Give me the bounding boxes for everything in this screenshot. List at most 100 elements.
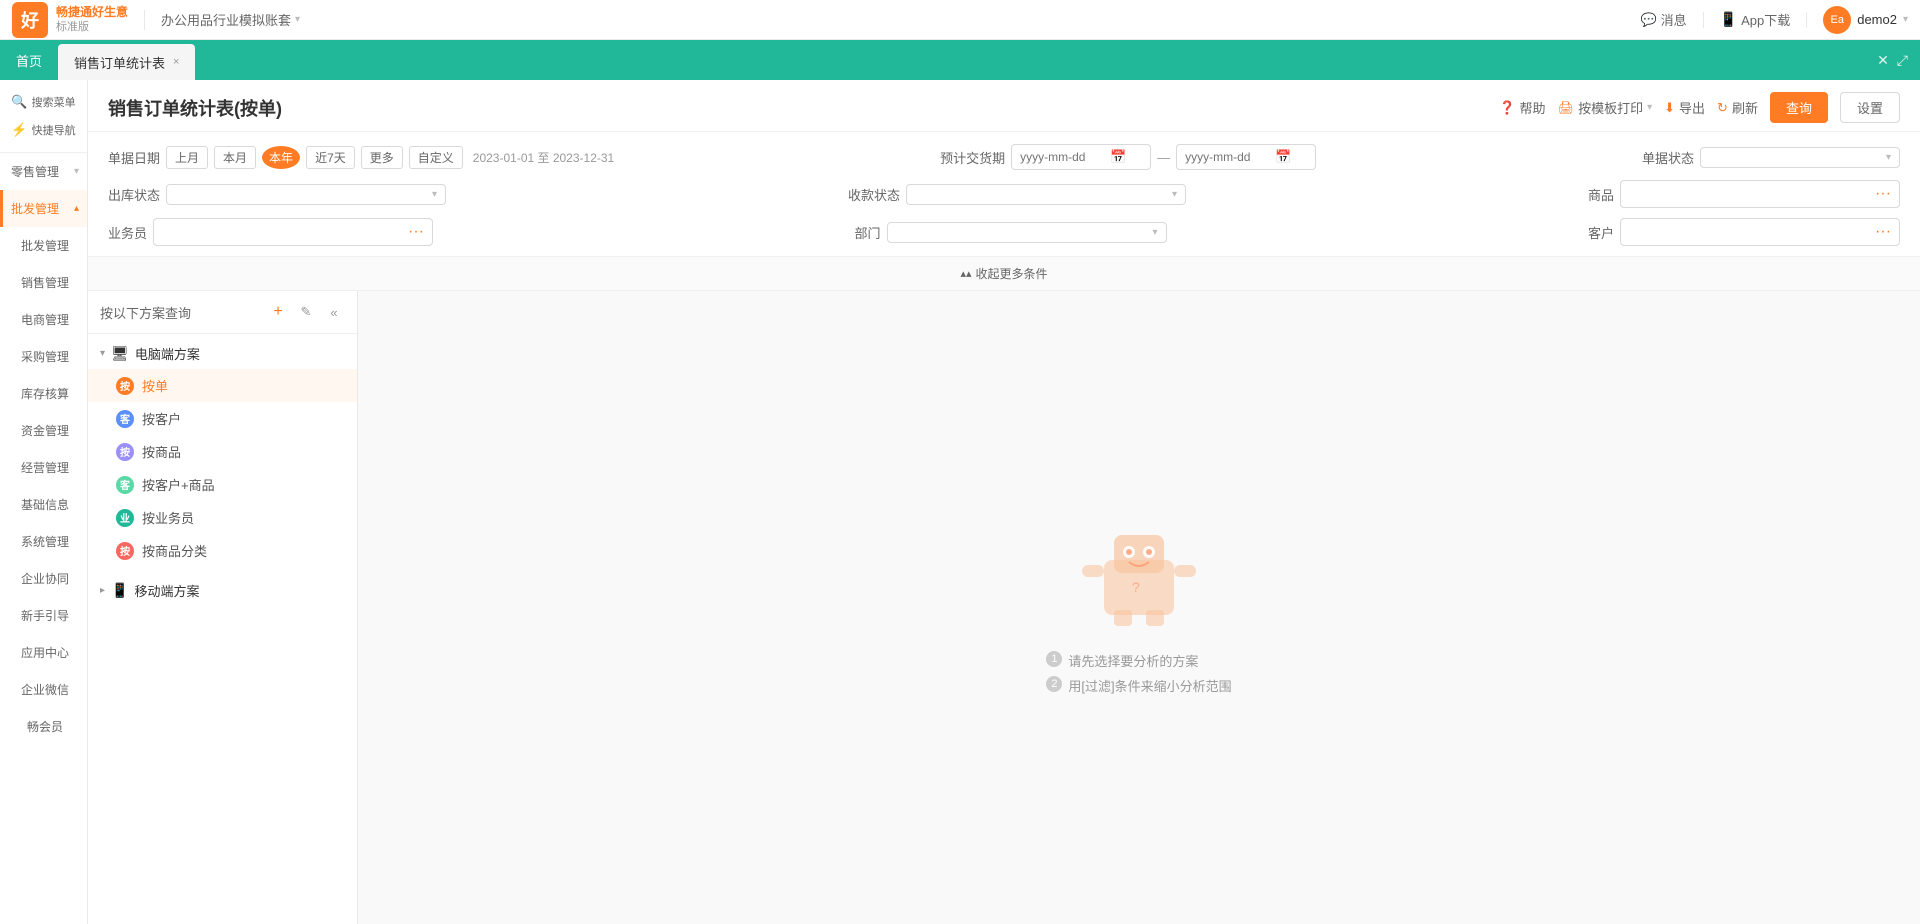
print-button[interactable]: 🖨 按模板打印 ▾: [1558, 98, 1653, 117]
tree-item-by-customer-goods[interactable]: 客 按客户+商品: [88, 468, 357, 501]
app-selector[interactable]: 办公用品行业模拟账套 ▾: [161, 10, 300, 29]
expected-date-end[interactable]: 📅: [1176, 144, 1316, 170]
ship-status-select-wrap[interactable]: ▾: [166, 184, 446, 205]
refresh-label: 刷新: [1732, 98, 1758, 117]
salesman-select-wrap[interactable]: ···: [153, 218, 433, 246]
sidebar-item-appstore[interactable]: 应用中心: [0, 634, 87, 671]
by-goods-label: 按商品: [142, 442, 181, 461]
tab-home[interactable]: 首页: [0, 40, 58, 80]
mobile-group-arrow-icon: ▸: [100, 585, 105, 596]
pc-group-label[interactable]: ▾ 🖥 电脑端方案: [88, 338, 357, 369]
by-goods-icon: 按: [116, 443, 134, 461]
date-range-text: 2023-01-01 至 2023-12-31: [473, 149, 614, 166]
plan-edit-icon[interactable]: ✎: [295, 301, 317, 323]
refresh-button[interactable]: ↻ 刷新: [1717, 98, 1758, 117]
tree-item-by-order[interactable]: 按 按单: [88, 369, 357, 402]
customer-dots-icon: ···: [1875, 223, 1891, 241]
tree-item-by-goods[interactable]: 按 按商品: [88, 435, 357, 468]
payment-status-label: 收款状态: [848, 185, 900, 204]
tab-close-icon[interactable]: ×: [173, 56, 179, 68]
sidebar-item-operation[interactable]: 经营管理: [0, 449, 87, 486]
sidebar-item-marketing[interactable]: 批发管理: [0, 227, 87, 264]
query-button[interactable]: 查询: [1770, 92, 1828, 123]
expected-date-start[interactable]: 📅: [1011, 144, 1151, 170]
salesman-label: 业务员: [108, 223, 147, 242]
mobile-group-icon: 📱: [111, 582, 128, 599]
sidebar-quick-item[interactable]: ⚡ 快捷导航: [0, 116, 87, 144]
customer-label: 客户: [1588, 223, 1614, 242]
sidebar-item-retail-arrow: ▾: [74, 166, 79, 177]
this-year-btn[interactable]: 本年: [262, 146, 300, 169]
app-chevron-icon: ▾: [295, 14, 300, 25]
tip-2-text: 用[过滤]条件来缩小分析范围: [1068, 676, 1231, 695]
this-month-btn[interactable]: 本月: [214, 146, 256, 169]
by-customer-icon: 客: [116, 410, 134, 428]
more-date-btn[interactable]: 更多: [361, 146, 403, 169]
custom-date-btn[interactable]: 自定义: [409, 146, 463, 169]
setting-button[interactable]: 设置: [1840, 92, 1900, 123]
tip-1: 1 请先选择要分析的方案: [1046, 651, 1231, 670]
sidebar-item-wechat[interactable]: 企业微信: [0, 671, 87, 708]
plan-collapse-icon[interactable]: «: [323, 301, 345, 323]
sidebar-item-system[interactable]: 系统管理: [0, 523, 87, 560]
last7-btn[interactable]: 近7天: [306, 146, 355, 169]
customer-select-wrap[interactable]: ···: [1620, 218, 1900, 246]
pc-group-text: 电脑端方案: [135, 344, 200, 363]
right-panel: ? 1 请先选择要分析的方案 2 用[过滤]条件来缩小分析范围: [358, 291, 1920, 924]
tree-item-by-category[interactable]: 按 按商品分类: [88, 534, 357, 567]
logo-icon: 好: [21, 7, 39, 33]
user-profile[interactable]: Ea demo2 ▾: [1823, 6, 1908, 34]
filter-date-section: 单据日期 上月 本月 本年 近7天 更多 自定义 2023-01-01 至 20…: [108, 146, 614, 169]
expected-date-end-input[interactable]: [1185, 150, 1275, 164]
dept-select-wrap[interactable]: ▾: [887, 222, 1167, 243]
sidebar-item-ecommerce-label: 电商管理: [21, 311, 69, 328]
calendar-end-icon: 📅: [1275, 149, 1291, 165]
sidebar-search-item[interactable]: 🔍 搜索菜单: [0, 88, 87, 116]
mobile-group-label[interactable]: ▸ 📱 移动端方案: [88, 575, 357, 606]
sidebar-item-ecommerce[interactable]: 电商管理: [0, 301, 87, 338]
customer-section: 客户 ···: [1588, 218, 1900, 246]
message-action[interactable]: 💬 消息: [1640, 10, 1686, 29]
tree-item-by-customer[interactable]: 客 按客户: [88, 402, 357, 435]
sidebar-item-retail[interactable]: 零售管理 ▾: [0, 153, 87, 190]
sidebar-item-guide[interactable]: 新手引导: [0, 597, 87, 634]
plan-add-icon[interactable]: +: [267, 301, 289, 323]
filter-row-2: 出库状态 ▾ 收款状态 ▾: [108, 180, 1900, 208]
app-download-action[interactable]: 📱 App下载: [1720, 10, 1791, 29]
dept-section: 部门 ▾: [855, 222, 1167, 243]
sidebar-item-member[interactable]: 畅会员: [0, 708, 87, 745]
export-button[interactable]: ⬇ 导出: [1664, 98, 1705, 117]
sidebar-item-basic[interactable]: 基础信息: [0, 486, 87, 523]
collapse-bar[interactable]: ▴▴ 收起更多条件: [88, 257, 1920, 291]
plan-tree-title: 按以下方案查询: [100, 303, 191, 322]
sidebar-item-wholesale[interactable]: 批发管理 ▴: [0, 190, 87, 227]
goods-section: 商品 ···: [1588, 180, 1900, 208]
sidebar-item-purchase[interactable]: 采购管理: [0, 338, 87, 375]
tab-sales-order-label: 销售订单统计表: [74, 53, 165, 72]
goods-select-wrap[interactable]: ···: [1620, 180, 1900, 208]
search-icon: 🔍: [11, 94, 27, 110]
sidebar-item-system-label: 系统管理: [21, 533, 69, 550]
order-status-select-wrap[interactable]: ▾: [1700, 147, 1900, 168]
order-status-chevron-icon: ▾: [1886, 152, 1891, 163]
last-month-btn[interactable]: 上月: [166, 146, 208, 169]
tree-item-by-salesman[interactable]: 业 按业务员: [88, 501, 357, 534]
sidebar-item-inventory[interactable]: 库存核算: [0, 375, 87, 412]
add-icon: +: [273, 303, 282, 321]
expected-date-start-input[interactable]: [1020, 150, 1110, 164]
sidebar-item-finance[interactable]: 资金管理: [0, 412, 87, 449]
tabbar-right: ✕ ⤢: [1877, 52, 1920, 69]
tab-sales-order[interactable]: 销售订单统计表 ×: [58, 44, 195, 80]
sidebar-item-wholesale-arrow: ▴: [74, 203, 79, 214]
tabbar: 首页 销售订单统计表 × ✕ ⤢: [0, 40, 1920, 80]
help-button[interactable]: ❓ 帮助: [1499, 98, 1545, 117]
tab-close-all-icon[interactable]: ✕: [1877, 52, 1889, 69]
sidebar-item-sales[interactable]: 销售管理: [0, 264, 87, 301]
sidebar-item-appstore-label: 应用中心: [21, 644, 69, 661]
sidebar-item-enterprise[interactable]: 企业协同: [0, 560, 87, 597]
payment-status-select-wrap[interactable]: ▾: [906, 184, 1186, 205]
tab-maximize-icon[interactable]: ⤢: [1897, 52, 1908, 69]
filter-row-3: 业务员 ··· 部门 ▾: [108, 218, 1900, 246]
goods-label: 商品: [1588, 185, 1614, 204]
left-panel: 按以下方案查询 + ✎ «: [88, 291, 358, 924]
